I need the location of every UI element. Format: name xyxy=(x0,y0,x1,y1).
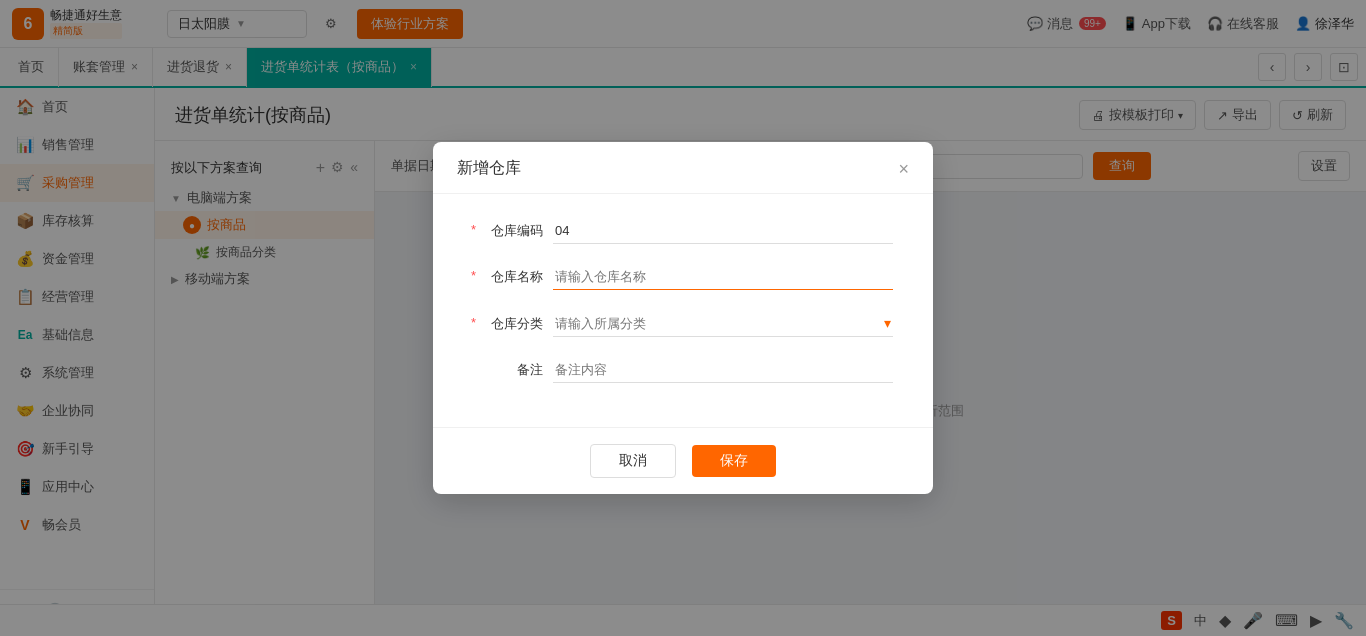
remark-input[interactable] xyxy=(553,357,893,383)
category-label: 仓库分类 xyxy=(473,315,553,333)
remark-label: 备注 xyxy=(473,361,553,379)
category-dropdown-icon[interactable]: ▾ xyxy=(884,315,891,331)
add-warehouse-modal: 新增仓库 × 仓库编码 仓库名称 仓库分类 ▾ xyxy=(433,142,933,494)
code-input[interactable] xyxy=(553,218,893,244)
modal-header: 新增仓库 × xyxy=(433,142,933,194)
form-row-category: 仓库分类 ▾ xyxy=(473,310,893,337)
name-input[interactable] xyxy=(553,264,893,290)
cancel-button[interactable]: 取消 xyxy=(590,444,676,478)
form-row-code: 仓库编码 xyxy=(473,218,893,244)
modal-footer: 取消 保存 xyxy=(433,427,933,494)
modal-title: 新增仓库 xyxy=(457,158,521,179)
category-input[interactable] xyxy=(555,316,884,331)
modal-overlay: 新增仓库 × 仓库编码 仓库名称 仓库分类 ▾ xyxy=(0,0,1366,636)
category-select-wrapper: ▾ xyxy=(553,310,893,337)
name-label: 仓库名称 xyxy=(473,268,553,286)
modal-body: 仓库编码 仓库名称 仓库分类 ▾ 备注 xyxy=(433,194,933,427)
save-button[interactable]: 保存 xyxy=(692,445,776,477)
form-row-name: 仓库名称 xyxy=(473,264,893,290)
modal-close-button[interactable]: × xyxy=(898,160,909,178)
form-row-remark: 备注 xyxy=(473,357,893,383)
code-label: 仓库编码 xyxy=(473,222,553,240)
